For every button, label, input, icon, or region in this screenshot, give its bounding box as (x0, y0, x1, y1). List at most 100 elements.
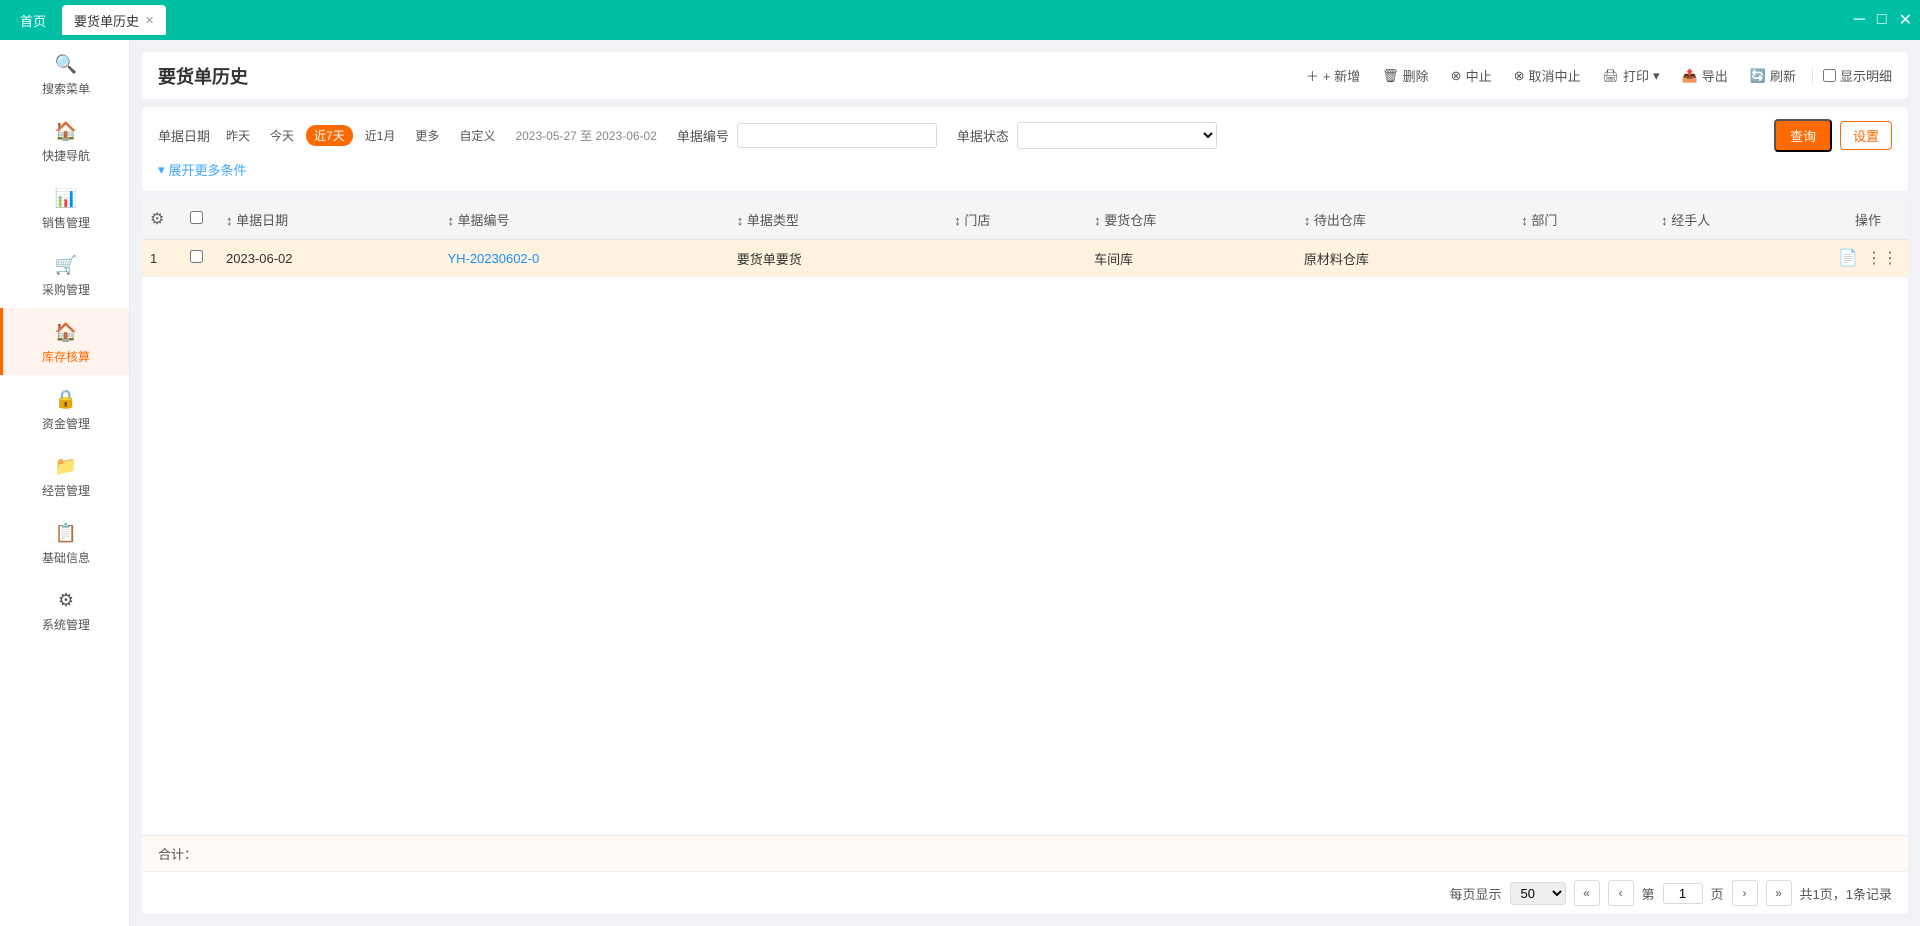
export-icon: 📤 (1682, 68, 1698, 84)
print-icon: 🖨 (1603, 68, 1620, 84)
order-no-filter-group: 单据编号 (677, 123, 937, 148)
view-action-icon[interactable]: 📄 (1838, 248, 1858, 268)
date-btn-1month[interactable]: 近1月 (357, 125, 404, 146)
next-page-button[interactable]: › (1732, 880, 1758, 906)
col-order-no: ↕ 单据编号 (439, 199, 728, 240)
cell-date: 2023-06-02 (218, 240, 439, 277)
col-checkbox (182, 199, 218, 240)
inventory-icon: 🏠 (55, 322, 77, 343)
table-container: ⚙ ↕ 单据日期 ↕ 单据编号 (142, 199, 1908, 835)
purchase-icon: 🛒 (55, 255, 77, 276)
display-cell-checkbox[interactable] (1823, 69, 1836, 82)
order-no-link[interactable]: YH-20230602-0 (447, 251, 539, 266)
sidebar-item-finance[interactable]: 🔒 资金管理 (0, 375, 129, 442)
basicinfo-icon: 📋 (55, 523, 77, 544)
date-filter-buttons: 昨天 今天 近7天 近1月 更多 自定义 (218, 125, 503, 146)
sidebar-item-sales[interactable]: 📊 销售管理 (0, 174, 129, 241)
sidebar-item-operations[interactable]: 📁 经营管理 (0, 442, 129, 509)
settings-button[interactable]: 设置 (1840, 121, 1892, 150)
col-index: ⚙ (142, 199, 182, 240)
prev-page-button[interactable]: ‹ (1608, 880, 1634, 906)
order-no-label: 单据编号 (677, 126, 729, 145)
refresh-icon: 🔄 (1750, 68, 1766, 84)
display-cell-toggle[interactable]: 显示明细 (1823, 66, 1892, 85)
sidebar-item-quicknav[interactable]: 🏠 快捷导航 (0, 107, 129, 174)
table-area: ⚙ ↕ 单据日期 ↕ 单据编号 (142, 199, 1908, 914)
filter-area: 单据日期 昨天 今天 近7天 近1月 更多 自定义 2023-05-27 至 2… (142, 107, 1908, 191)
stop-button[interactable]: ⊗ 中止 (1445, 62, 1498, 89)
status-select[interactable] (1017, 122, 1217, 149)
sidebar-item-inventory[interactable]: 🏠 库存核算 (0, 308, 129, 375)
status-filter-group: 单据状态 (957, 122, 1217, 149)
pagination-bar: 每页显示 50 10 20 100 « ‹ 第 页 › » 共1页，1条记录 (142, 871, 1908, 914)
row-checkbox[interactable] (190, 250, 203, 263)
close-tab-icon[interactable]: ✕ (145, 14, 154, 27)
last-page-button[interactable]: » (1766, 880, 1792, 906)
tab-requisition-history[interactable]: 要货单历史 ✕ (62, 5, 166, 35)
table-body: 1 2023-06-02 YH-20230602-0 要货单要货 车间库 原材料… (142, 240, 1908, 277)
cancel-stop-button[interactable]: ⊗ 取消中止 (1508, 62, 1587, 89)
print-button[interactable]: 🖨 打印 ▾ (1597, 62, 1666, 89)
tab-home[interactable]: 首页 (8, 5, 58, 35)
expand-filter-button[interactable]: ▾ 展开更多条件 (158, 160, 1892, 179)
col-actions: 操作 (1828, 199, 1908, 240)
cell-order-type: 要货单要货 (729, 240, 946, 277)
first-page-button[interactable]: « (1574, 880, 1600, 906)
operations-icon: 📁 (55, 456, 77, 477)
col-order-type: ↕ 单据类型 (729, 199, 946, 240)
export-button[interactable]: 📤 导出 (1676, 62, 1734, 89)
window-controls: ─ □ ✕ (1854, 10, 1912, 30)
page-size-select[interactable]: 50 10 20 100 (1510, 882, 1566, 905)
select-all-checkbox[interactable] (190, 211, 203, 224)
date-btn-yesterday[interactable]: 昨天 (218, 125, 258, 146)
page-label: 第 (1642, 884, 1655, 903)
col-handler: ↕ 经手人 (1653, 199, 1828, 240)
more-action-icon[interactable]: ⋮⋮ (1866, 248, 1898, 268)
col-date: ↕ 单据日期 (218, 199, 439, 240)
date-btn-custom[interactable]: 自定义 (451, 125, 503, 146)
sidebar-item-system[interactable]: ⚙ 系统管理 (0, 576, 129, 643)
date-filter-group: 单据日期 昨天 今天 近7天 近1月 更多 自定义 2023-05-27 至 2… (158, 125, 657, 146)
cell-order-no: YH-20230602-0 (439, 240, 728, 277)
date-btn-more[interactable]: 更多 (407, 125, 447, 146)
date-btn-today[interactable]: 今天 (262, 125, 302, 146)
sidebar-item-purchase[interactable]: 🛒 采购管理 (0, 241, 129, 308)
page-input[interactable] (1663, 883, 1703, 904)
system-icon: ⚙ (58, 590, 74, 611)
cell-checkbox (182, 240, 218, 277)
layout: 🔍 搜索菜单 🏠 快捷导航 📊 销售管理 🛒 采购管理 🏠 库存核算 🔒 资金管… (0, 40, 1920, 926)
toolbar-divider (1812, 66, 1813, 86)
chevron-down-icon: ▾ (158, 162, 165, 178)
sidebar-item-basicinfo[interactable]: 📋 基础信息 (0, 509, 129, 576)
col-pending-warehouse: ↕ 待出仓库 (1296, 199, 1513, 240)
top-bar: 首页 要货单历史 ✕ ─ □ ✕ (0, 0, 1920, 40)
new-button[interactable]: ＋ + 新增 (1300, 62, 1366, 89)
col-department: ↕ 部门 (1513, 199, 1653, 240)
sidebar-item-search[interactable]: 🔍 搜索菜单 (0, 40, 129, 107)
cell-department (1513, 240, 1653, 277)
col-req-warehouse: ↕ 要货仓库 (1086, 199, 1296, 240)
page-title: 要货单历史 (158, 63, 248, 89)
sales-icon: 📊 (55, 188, 77, 209)
table-settings-icon[interactable]: ⚙ (150, 211, 164, 228)
order-no-input[interactable] (737, 123, 937, 148)
date-btn-7days[interactable]: 近7天 (306, 125, 353, 146)
refresh-button[interactable]: 🔄 刷新 (1744, 62, 1802, 89)
window-maximize[interactable]: □ (1877, 11, 1887, 29)
delete-button[interactable]: 🗑 删除 (1376, 62, 1435, 89)
cell-store (946, 240, 1086, 277)
cell-pending-warehouse: 原材料仓库 (1296, 240, 1513, 277)
date-filter-label: 单据日期 (158, 126, 210, 145)
window-minimize[interactable]: ─ (1854, 11, 1865, 29)
sidebar: 🔍 搜索菜单 🏠 快捷导航 📊 销售管理 🛒 采购管理 🏠 库存核算 🔒 资金管… (0, 40, 130, 926)
query-button[interactable]: 查询 (1774, 119, 1832, 152)
data-table: ⚙ ↕ 单据日期 ↕ 单据编号 (142, 199, 1908, 277)
table-header: ⚙ ↕ 单据日期 ↕ 单据编号 (142, 199, 1908, 240)
status-label: 单据状态 (957, 126, 1009, 145)
main-content: 要货单历史 ＋ + 新增 🗑 删除 ⊗ 中止 ⊗ 取消中止 (130, 40, 1920, 926)
window-close[interactable]: ✕ (1899, 10, 1912, 30)
page-unit: 页 (1711, 884, 1724, 903)
cell-req-warehouse: 车间库 (1086, 240, 1296, 277)
col-store: ↕ 门店 (946, 199, 1086, 240)
summary-row: 合计： (142, 835, 1908, 871)
